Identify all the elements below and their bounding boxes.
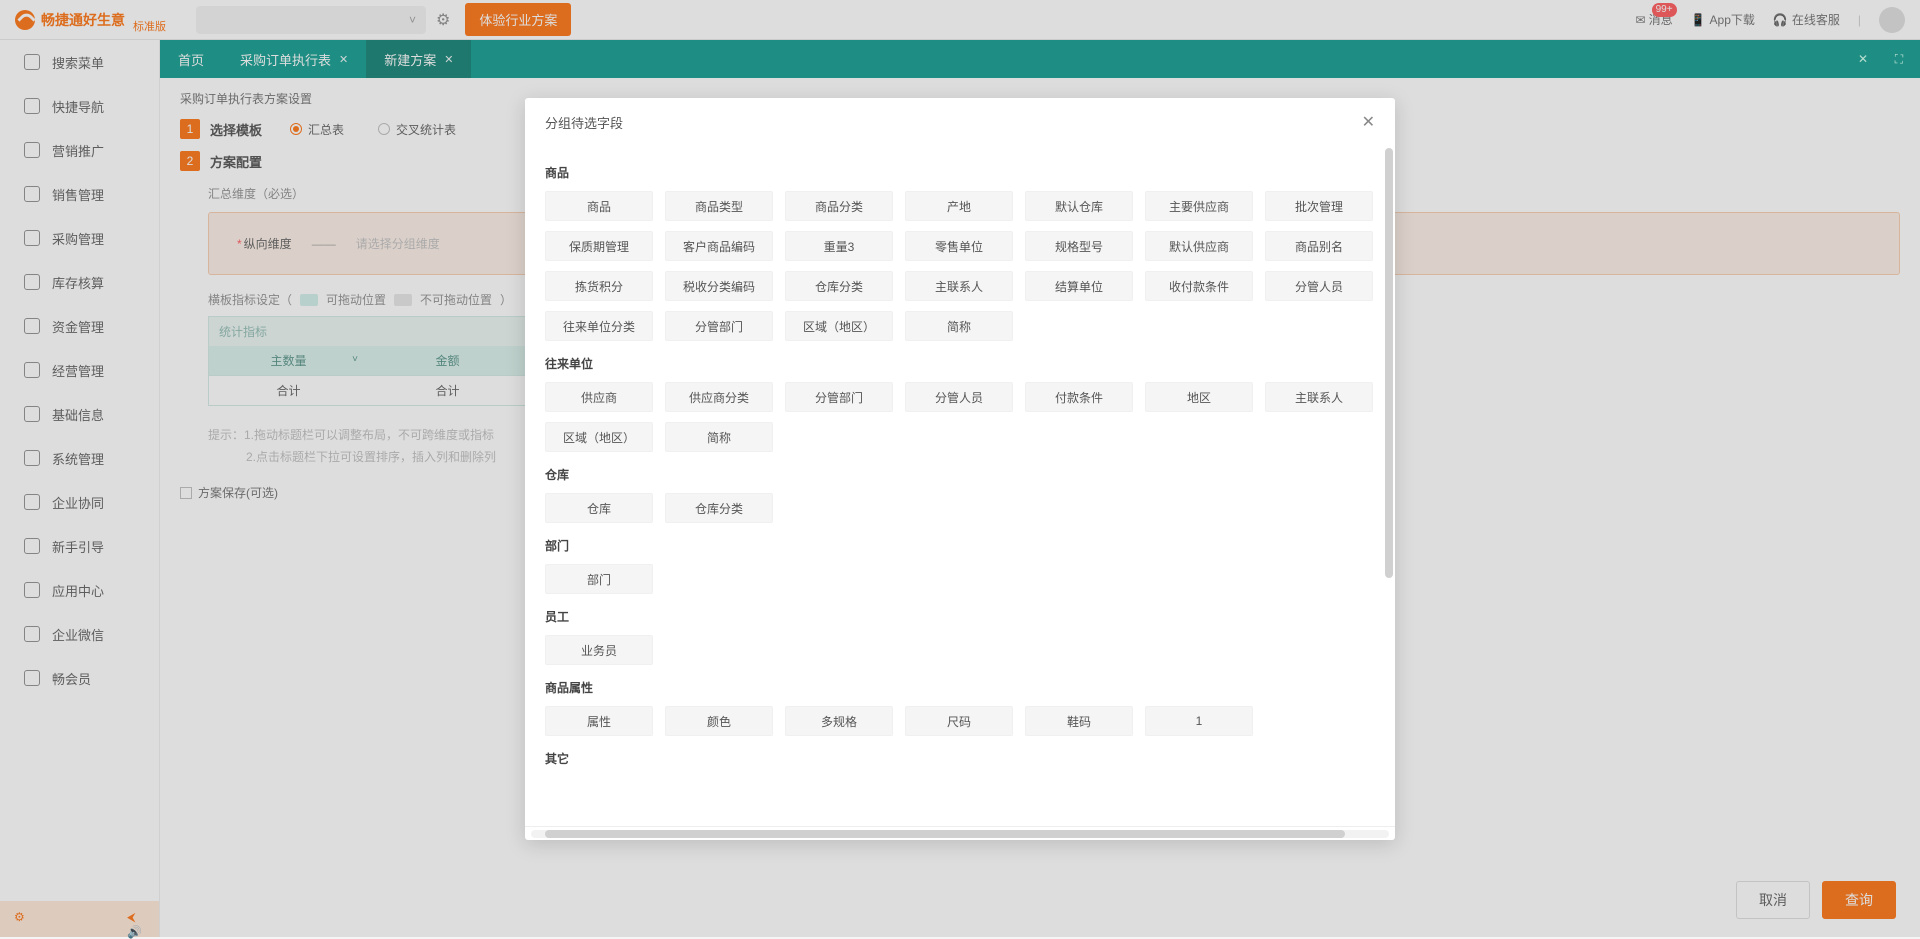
field-option[interactable]: 商品 <box>545 191 653 221</box>
field-option[interactable]: 默认仓库 <box>1025 191 1133 221</box>
group-grid-4: 业务员 <box>545 635 1375 665</box>
field-option[interactable]: 业务员 <box>545 635 653 665</box>
horizontal-scrollbar[interactable] <box>525 826 1395 840</box>
field-option[interactable]: 批次管理 <box>1265 191 1373 221</box>
vertical-scrollbar[interactable] <box>1385 148 1393 788</box>
group-title-5: 商品属性 <box>545 679 1375 696</box>
field-option[interactable]: 颜色 <box>665 706 773 736</box>
group-title-6: 其它 <box>545 750 1375 767</box>
field-option[interactable]: 供应商分类 <box>665 382 773 412</box>
modal-title: 分组待选字段 <box>545 113 623 132</box>
field-option[interactable]: 区域（地区） <box>545 422 653 452</box>
field-option[interactable]: 尺码 <box>905 706 1013 736</box>
modal-body[interactable]: 商品商品商品类型商品分类产地默认仓库主要供应商批次管理保质期管理客户商品编码重量… <box>525 146 1395 826</box>
field-option[interactable]: 鞋码 <box>1025 706 1133 736</box>
field-option[interactable]: 收付款条件 <box>1145 271 1253 301</box>
field-option[interactable]: 分管部门 <box>665 311 773 341</box>
field-option[interactable]: 产地 <box>905 191 1013 221</box>
group-title-1: 往来单位 <box>545 355 1375 372</box>
field-option[interactable]: 仓库分类 <box>785 271 893 301</box>
field-option[interactable]: 主联系人 <box>1265 382 1373 412</box>
close-icon[interactable]: ✕ <box>1362 112 1375 132</box>
field-option[interactable]: 多规格 <box>785 706 893 736</box>
group-grid-1: 供应商供应商分类分管部门分管人员付款条件地区主联系人区域（地区） 简称 <box>545 382 1375 452</box>
field-option[interactable]: 分管部门 <box>785 382 893 412</box>
field-option[interactable]: 简称 <box>905 311 1013 341</box>
field-option[interactable]: 重量3 <box>785 231 893 261</box>
field-picker-modal: 分组待选字段 ✕ 商品商品商品类型商品分类产地默认仓库主要供应商批次管理保质期管… <box>525 98 1395 840</box>
field-option[interactable]: 分管人员 <box>1265 271 1373 301</box>
group-grid-5: 属性颜色多规格尺码鞋码 1 <box>545 706 1375 736</box>
field-option[interactable]: 商品别名 <box>1265 231 1373 261</box>
field-option[interactable]: 商品分类 <box>785 191 893 221</box>
field-option[interactable]: 地区 <box>1145 382 1253 412</box>
field-option[interactable]: 规格型号 <box>1025 231 1133 261</box>
field-option[interactable]: 商品类型 <box>665 191 773 221</box>
group-grid-3: 部门 <box>545 564 1375 594</box>
field-option[interactable]: 仓库 <box>545 493 653 523</box>
field-option[interactable]: 税收分类编码 <box>665 271 773 301</box>
group-grid-2: 仓库仓库分类 <box>545 493 1375 523</box>
group-grid-0: 商品商品类型商品分类产地默认仓库主要供应商批次管理保质期管理客户商品编码重量3 零… <box>545 191 1375 341</box>
group-title-0: 商品 <box>545 164 1375 181</box>
field-option[interactable]: 保质期管理 <box>545 231 653 261</box>
field-option[interactable]: 零售单位 <box>905 231 1013 261</box>
field-option[interactable]: 仓库分类 <box>665 493 773 523</box>
field-option[interactable]: 主要供应商 <box>1145 191 1253 221</box>
field-option[interactable]: 默认供应商 <box>1145 231 1253 261</box>
field-option[interactable]: 结算单位 <box>1025 271 1133 301</box>
field-option[interactable]: 拣货积分 <box>545 271 653 301</box>
field-option[interactable]: 供应商 <box>545 382 653 412</box>
field-option[interactable]: 客户商品编码 <box>665 231 773 261</box>
field-option[interactable]: 付款条件 <box>1025 382 1133 412</box>
field-option[interactable]: 分管人员 <box>905 382 1013 412</box>
field-option[interactable]: 1 <box>1145 706 1253 736</box>
field-option[interactable]: 主联系人 <box>905 271 1013 301</box>
field-option[interactable]: 属性 <box>545 706 653 736</box>
field-option[interactable]: 简称 <box>665 422 773 452</box>
field-option[interactable]: 往来单位分类 <box>545 311 653 341</box>
group-title-2: 仓库 <box>545 466 1375 483</box>
group-title-4: 员工 <box>545 608 1375 625</box>
group-title-3: 部门 <box>545 537 1375 554</box>
field-option[interactable]: 区域（地区） <box>785 311 893 341</box>
field-option[interactable]: 部门 <box>545 564 653 594</box>
